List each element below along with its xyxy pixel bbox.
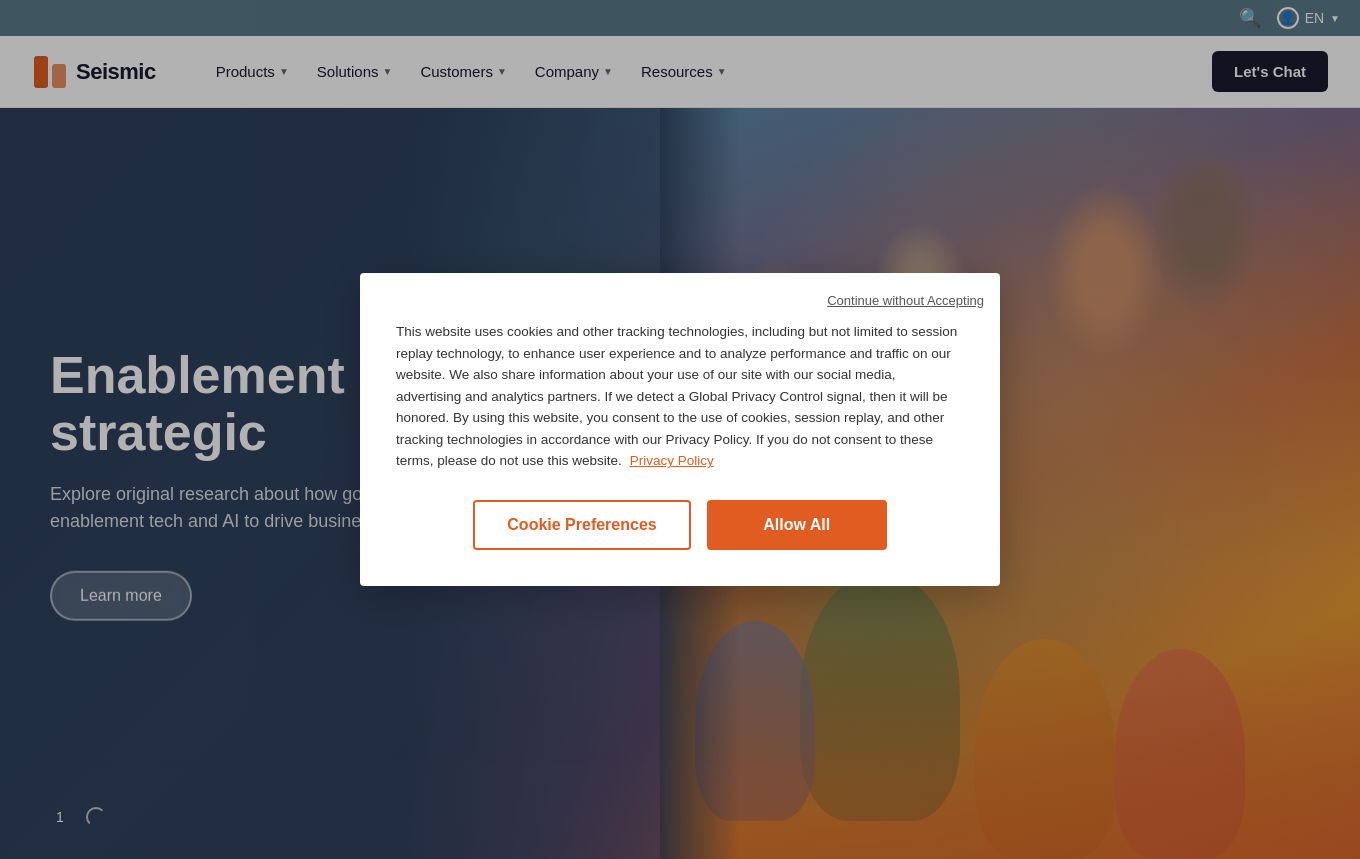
allow-all-button[interactable]: Allow All [707, 500, 887, 550]
cookie-actions: Cookie Preferences Allow All [396, 500, 964, 550]
cookie-overlay: Continue without Accepting This website … [0, 0, 1360, 859]
cookie-preferences-button[interactable]: Cookie Preferences [473, 500, 690, 550]
privacy-policy-link[interactable]: Privacy Policy [630, 453, 714, 468]
cookie-modal: Continue without Accepting This website … [360, 273, 1000, 586]
cookie-body-text: This website uses cookies and other trac… [396, 321, 964, 472]
continue-without-accepting-button[interactable]: Continue without Accepting [811, 285, 1000, 316]
